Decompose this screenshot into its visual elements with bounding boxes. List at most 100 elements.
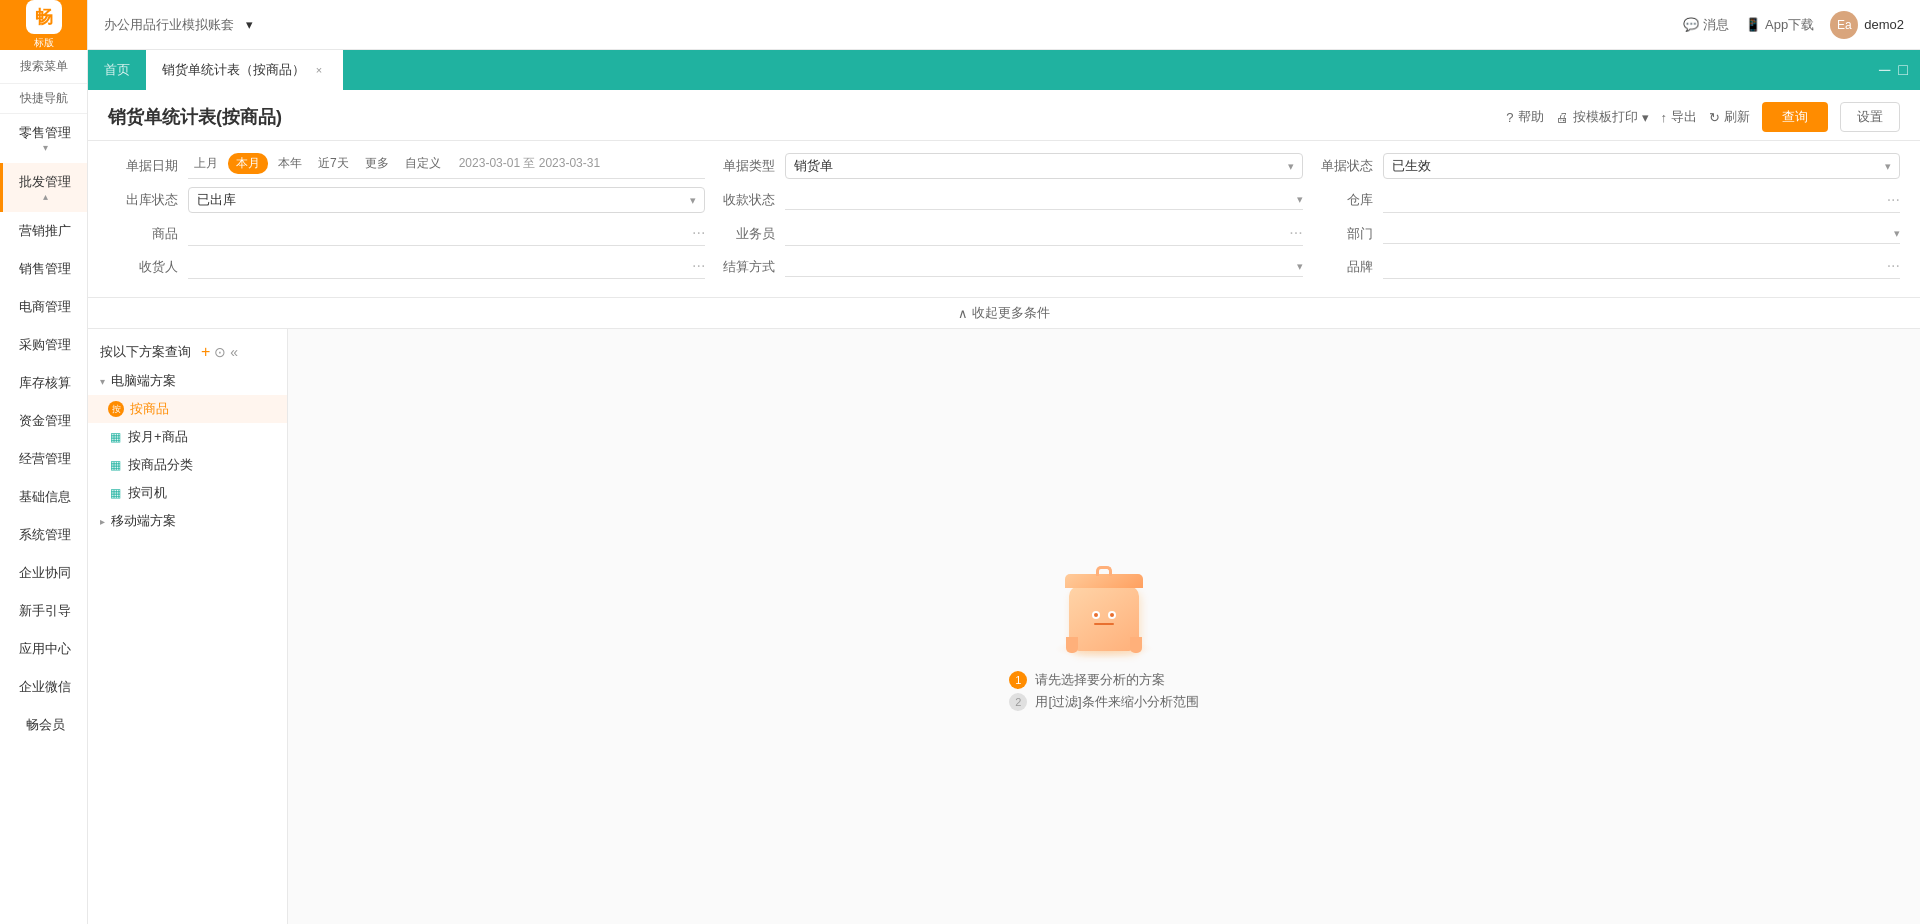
receiver-dots-icon[interactable]: ··· — [692, 257, 705, 275]
user-name: demo2 — [1864, 17, 1904, 32]
sidebar-item-system[interactable]: 系统管理 — [0, 516, 87, 554]
print-icon: 🖨 — [1556, 110, 1569, 125]
filter-payment-row: 结算方式 ▾ — [705, 257, 1302, 277]
brand-label: 品牌 — [1303, 258, 1383, 276]
date-btn-more[interactable]: 更多 — [359, 153, 395, 174]
filter-brand-row: 品牌 ··· — [1303, 254, 1900, 279]
doctype-dropdown-icon[interactable]: ▾ — [1288, 160, 1294, 173]
sidebar-item-sales[interactable]: 销售管理 — [0, 250, 87, 288]
sidebar-item-label: 销售管理 — [19, 260, 71, 278]
salesman-dots-icon[interactable]: ··· — [1289, 224, 1302, 242]
sidebar-item-newbie[interactable]: 新手引导 — [0, 592, 87, 630]
brand-dots-icon[interactable]: ··· — [1887, 257, 1900, 275]
filter-warehouse-row: 仓库 ··· — [1303, 188, 1900, 213]
collapse-arrow-icon: ∧ — [958, 306, 968, 321]
query-button[interactable]: 查询 — [1762, 102, 1828, 132]
filter-doctype-row: 单据类型 销货单 ▾ — [705, 153, 1302, 179]
warehouse-label: 仓库 — [1303, 191, 1383, 209]
sidebar-item-inventory[interactable]: 库存核算 — [0, 364, 87, 402]
receivestatus-label: 收款状态 — [705, 191, 785, 209]
topbar-message[interactable]: 💬 消息 — [1683, 16, 1729, 34]
active-scheme-icon: 按 — [108, 401, 124, 417]
tab-minimize-icon[interactable]: ─ — [1879, 61, 1890, 79]
tree-item-by-driver[interactable]: ▦ 按司机 — [88, 479, 287, 507]
date-btn-last-month[interactable]: 上月 — [188, 153, 224, 174]
sidebar-item-wechat[interactable]: 企业微信 — [0, 668, 87, 706]
date-btn-this-year[interactable]: 本年 — [272, 153, 308, 174]
sidebar-item-label: 经营管理 — [19, 450, 71, 468]
topbar-dropdown[interactable]: ▾ — [246, 17, 253, 32]
sidebar-item-label: 企业协同 — [19, 564, 71, 582]
sidebar-item-retail[interactable]: 零售管理 ▾ — [0, 114, 87, 163]
tab-home[interactable]: 首页 — [88, 50, 146, 90]
collapse-bar[interactable]: ∧ 收起更多条件 — [88, 298, 1920, 329]
help-button[interactable]: ? 帮助 — [1506, 108, 1543, 126]
docstatus-dropdown-icon[interactable]: ▾ — [1885, 160, 1891, 173]
goods-dots-icon[interactable]: ··· — [692, 224, 705, 242]
tab-maximize-icon[interactable]: □ — [1898, 61, 1908, 79]
topbar-app-download[interactable]: 📱 App下载 — [1745, 16, 1814, 34]
warehouse-dots-icon[interactable]: ··· — [1887, 191, 1900, 209]
filter-area: 单据日期 上月 本月 本年 近7天 更多 自定义 2023-03-01 至 20… — [88, 141, 1920, 298]
message-icon: 💬 — [1683, 17, 1699, 32]
sidebar-item-label: 采购管理 — [19, 336, 71, 354]
tab-sales-stats[interactable]: 销货单统计表（按商品） × — [146, 50, 343, 90]
sidebar-search[interactable]: 搜索菜单 — [0, 50, 87, 84]
sidebar-item-purchase[interactable]: 采购管理 — [0, 326, 87, 364]
export-button[interactable]: ↑ 导出 — [1661, 108, 1698, 126]
date-label: 单据日期 — [108, 157, 188, 175]
refresh-scheme-icon[interactable]: ⊙ — [214, 344, 226, 360]
topbar-title: 办公用品行业模拟账套 — [104, 16, 234, 34]
settings-button[interactable]: 设置 — [1840, 102, 1900, 132]
sidebar-item-member[interactable]: 畅会员 — [0, 706, 87, 744]
sidebar-item-collab[interactable]: 企业协同 — [0, 554, 87, 592]
left-panel-title: 按以下方案查询 — [100, 343, 191, 361]
sidebar-shortcut[interactable]: 快捷导航 — [0, 84, 87, 114]
date-btn-custom[interactable]: 自定义 — [399, 153, 447, 174]
sidebar-item-finance[interactable]: 资金管理 — [0, 402, 87, 440]
tree-item-by-goods[interactable]: 按 按商品 — [88, 395, 287, 423]
step-num-1: 1 — [1009, 671, 1027, 689]
sub-icon-2: ▦ — [108, 458, 122, 472]
sidebar-item-ecommerce[interactable]: 电商管理 — [0, 288, 87, 326]
export-icon: ↑ — [1661, 110, 1668, 125]
app-logo[interactable]: 畅 标版 — [0, 0, 87, 50]
filter-goods-row: 商品 ··· — [108, 221, 705, 246]
sub-icon-3: ▦ — [108, 486, 122, 500]
tree-group-mobile[interactable]: ▸ 移动端方案 — [88, 507, 287, 535]
sidebar-item-apps[interactable]: 应用中心 — [0, 630, 87, 668]
filter-outstatus-row: 出库状态 已出库 ▾ — [108, 187, 705, 213]
dept-dropdown-icon[interactable]: ▾ — [1894, 227, 1900, 240]
filter-receivestatus-row: 收款状态 ▾ — [705, 190, 1302, 210]
step-2-text: 用[过滤]条件来缩小分析范围 — [1035, 693, 1198, 711]
tab-close-icon[interactable]: × — [311, 62, 327, 78]
export-label: 导出 — [1671, 108, 1697, 126]
topbar-user[interactable]: Ea demo2 — [1830, 11, 1904, 39]
collapse-panel-icon[interactable]: « — [230, 344, 238, 360]
expand-icon-retail: ▾ — [43, 142, 48, 153]
logo-subtitle: 标版 — [34, 36, 54, 50]
refresh-icon: ↻ — [1709, 110, 1720, 125]
doctype-value: 销货单 — [794, 157, 833, 175]
tree-item-by-month-goods[interactable]: ▦ 按月+商品 — [88, 423, 287, 451]
tree-group-pc[interactable]: ▾ 电脑端方案 — [88, 367, 287, 395]
date-btn-7days[interactable]: 近7天 — [312, 153, 355, 174]
sidebar-item-management[interactable]: 经营管理 — [0, 440, 87, 478]
outstatus-dropdown-icon[interactable]: ▾ — [690, 194, 696, 207]
add-scheme-icon[interactable]: + — [201, 343, 210, 361]
sidebar-item-basic[interactable]: 基础信息 — [0, 478, 87, 516]
sidebar-item-marketing[interactable]: 营销推广 — [0, 212, 87, 250]
date-btn-this-month[interactable]: 本月 — [228, 153, 268, 174]
refresh-button[interactable]: ↻ 刷新 — [1709, 108, 1750, 126]
outstatus-label: 出库状态 — [108, 191, 188, 209]
print-dropdown-icon: ▾ — [1642, 110, 1649, 125]
tree-item-by-category[interactable]: ▦ 按商品分类 — [88, 451, 287, 479]
tab-sales-label: 销货单统计表（按商品） — [162, 61, 305, 79]
tabs-actions: ─ □ — [1879, 61, 1920, 79]
sidebar-item-label: 应用中心 — [19, 640, 71, 658]
tree-arrow-mobile: ▸ — [100, 516, 105, 527]
sidebar-item-label: 基础信息 — [19, 488, 71, 506]
sidebar-item-wholesale[interactable]: 批发管理 ▴ — [0, 163, 87, 212]
print-button[interactable]: 🖨 按模板打印 ▾ — [1556, 108, 1649, 126]
tree-item-label: 按商品 — [130, 400, 169, 418]
